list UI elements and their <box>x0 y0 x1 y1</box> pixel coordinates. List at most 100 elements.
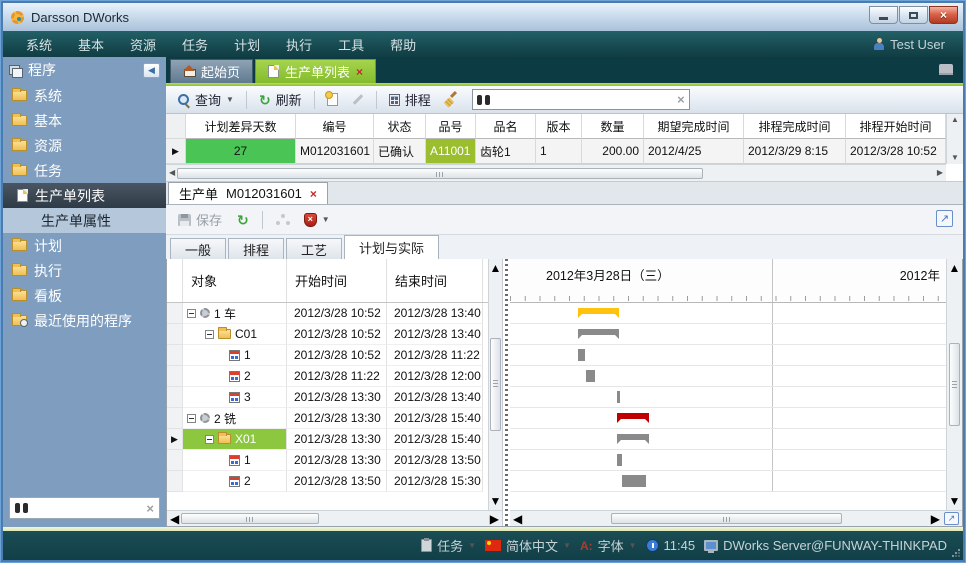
column-header-编号[interactable]: 编号 <box>296 114 374 139</box>
clean-button[interactable] <box>441 91 462 108</box>
expander-icon[interactable] <box>205 435 214 444</box>
chevron-down-icon[interactable]: ▼ <box>226 95 234 104</box>
menu-item-系统[interactable]: 系统 <box>13 35 65 54</box>
grid-cell-编号[interactable]: M012031601 <box>296 139 374 164</box>
gantt-vertical-scrollbar[interactable]: ▲ ▼ <box>946 259 962 510</box>
grid-cell-期望完成时间[interactable]: 2012/4/25 <box>644 139 744 164</box>
scroll-down-icon[interactable]: ▼ <box>949 494 961 508</box>
status-language[interactable]: 简体中文 ▼ <box>485 536 571 555</box>
tree-row-X01[interactable]: ▶X012012/3/28 13:302012/3/28 15:40 <box>167 429 488 450</box>
tree-column-header-开始时间[interactable]: 开始时间 <box>287 259 387 302</box>
grid-vertical-scrollbar[interactable]: ▲ ▼ <box>946 114 963 164</box>
tab-close-icon[interactable]: × <box>356 66 363 78</box>
gantt-row-2[interactable] <box>510 366 946 387</box>
gantt-bar-task[interactable] <box>622 475 647 487</box>
menu-item-工具[interactable]: 工具 <box>325 35 377 54</box>
tree-horizontal-scrollbar[interactable]: ◀ ▶ <box>167 510 502 526</box>
menu-item-帮助[interactable]: 帮助 <box>377 35 429 54</box>
column-header-数量[interactable]: 数量 <box>582 114 644 139</box>
expander-icon[interactable] <box>187 309 196 318</box>
column-header-版本[interactable]: 版本 <box>536 114 582 139</box>
scroll-left-icon[interactable]: ◀ <box>170 512 179 526</box>
tree-row-1[interactable]: 12012/3/28 10:522012/3/28 11:22 <box>167 345 488 366</box>
gantt-row-1 车[interactable] <box>510 303 946 324</box>
gantt-row-3[interactable] <box>510 387 946 408</box>
menu-item-资源[interactable]: 资源 <box>117 35 169 54</box>
chevron-down-icon[interactable]: ▼ <box>322 215 330 224</box>
sidebar-item-执行[interactable]: 执行 <box>3 258 166 283</box>
gantt-bar-task[interactable] <box>578 349 585 361</box>
close-icon[interactable]: × <box>310 188 317 200</box>
minimize-button[interactable] <box>869 6 898 24</box>
gantt-row-2 铣[interactable] <box>510 408 946 429</box>
gantt-bar-task[interactable] <box>617 391 620 403</box>
menu-item-计划[interactable]: 计划 <box>221 35 273 54</box>
column-header-期望完成时间[interactable]: 期望完成时间 <box>644 114 744 139</box>
sidebar-item-计划[interactable]: 计划 <box>3 233 166 258</box>
status-font[interactable]: A: 字体 ▼ <box>580 536 637 555</box>
tree-object-cell[interactable]: 1 <box>183 345 287 366</box>
grid-horizontal-scrollbar[interactable]: ◀ ▶ <box>166 164 946 181</box>
subtab-一般[interactable]: 一般 <box>170 238 226 259</box>
column-header-品号[interactable]: 品号 <box>426 114 476 139</box>
column-header-排程开始时间[interactable]: 排程开始时间 <box>846 114 946 139</box>
scroll-down-icon[interactable]: ▼ <box>951 154 959 162</box>
menu-item-执行[interactable]: 执行 <box>273 35 325 54</box>
tree-column-header-对象[interactable]: 对象 <box>183 259 287 302</box>
sidebar-item-基本[interactable]: 基本 <box>3 108 166 133</box>
grid-cell-品名[interactable]: 齿轮1 <box>476 139 536 164</box>
tree-object-cell[interactable]: 2 <box>183 366 287 387</box>
tree-object-cell[interactable]: 1 <box>183 450 287 471</box>
menu-item-基本[interactable]: 基本 <box>65 35 117 54</box>
scroll-up-icon[interactable]: ▲ <box>951 116 959 124</box>
menu-item-任务[interactable]: 任务 <box>169 35 221 54</box>
sidebar-item-任务[interactable]: 任务 <box>3 158 166 183</box>
tree-row-3[interactable]: 32012/3/28 13:302012/3/28 13:40 <box>167 387 488 408</box>
edit-button[interactable] <box>348 96 368 103</box>
gantt-row-1[interactable] <box>510 450 946 471</box>
open-in-window-icon[interactable]: ↗ <box>936 210 953 227</box>
filter-search-box[interactable]: × <box>472 89 690 110</box>
grid-cell-版本[interactable]: 1 <box>536 139 582 164</box>
subtab-计划与实际[interactable]: 计划与实际 <box>344 235 439 259</box>
gantt-bar-summary[interactable] <box>617 413 649 419</box>
gantt-popout-icon[interactable]: ↗ <box>944 512 959 525</box>
gantt-bar-summary[interactable] <box>617 434 649 440</box>
sidebar-search-clear-icon[interactable]: × <box>146 502 154 515</box>
column-header-排程完成时间[interactable]: 排程完成时间 <box>744 114 846 139</box>
sidebar-item-系统[interactable]: 系统 <box>3 83 166 108</box>
column-header-状态[interactable]: 状态 <box>374 114 426 139</box>
subtab-排程[interactable]: 排程 <box>228 238 284 259</box>
gantt-row-2[interactable] <box>510 471 946 492</box>
close-button[interactable]: × <box>929 6 958 24</box>
sidebar-item-最近使用的程序[interactable]: 最近使用的程序 <box>3 308 166 333</box>
sidebar-search-box[interactable]: × <box>9 497 160 519</box>
tree-row-1 车[interactable]: 1 车2012/3/28 10:522012/3/28 13:40 <box>167 303 488 324</box>
tree-vertical-scrollbar[interactable]: ▲ ▼ <box>488 259 502 510</box>
tree-column-header-结束时间[interactable]: 结束时间 <box>387 259 483 302</box>
filter-clear-icon[interactable]: × <box>677 93 685 106</box>
tree-row-C01[interactable]: C012012/3/28 10:522012/3/28 13:40 <box>167 324 488 345</box>
expander-icon[interactable] <box>187 414 196 423</box>
scroll-up-icon[interactable]: ▲ <box>490 261 502 275</box>
tab-起始页[interactable]: 起始页 <box>170 59 253 83</box>
grid-cell-排程完成时间[interactable]: 2012/3/29 8:15 <box>744 139 846 164</box>
sidebar-item-生产单属性[interactable]: 生产单属性 <box>3 208 166 233</box>
tree-row-2 铣[interactable]: 2 铣2012/3/28 13:302012/3/28 15:40 <box>167 408 488 429</box>
scroll-right-icon[interactable]: ▶ <box>931 512 940 526</box>
grid-cell-计划差异天数[interactable]: 27 <box>186 139 296 164</box>
scroll-up-icon[interactable]: ▲ <box>949 261 961 275</box>
gantt-bar-summary[interactable] <box>578 308 619 314</box>
order-document-tab[interactable]: 生产单 M012031601 × <box>168 182 328 204</box>
tree-row-2[interactable]: 22012/3/28 11:222012/3/28 12:00 <box>167 366 488 387</box>
column-header-计划差异天数[interactable]: 计划差异天数 <box>186 114 296 139</box>
scroll-left-icon[interactable]: ◀ <box>169 169 175 177</box>
tree-object-cell[interactable]: X01 <box>183 429 287 450</box>
subtab-工艺[interactable]: 工艺 <box>286 238 342 259</box>
scroll-right-icon[interactable]: ▶ <box>937 169 943 177</box>
chevron-down-icon[interactable]: ▼ <box>629 541 637 550</box>
detail-refresh-button[interactable]: ↻ <box>233 211 253 229</box>
schedule-button[interactable]: 排程 <box>385 88 435 111</box>
scroll-down-icon[interactable]: ▼ <box>490 494 502 508</box>
pin-icon[interactable] <box>939 64 953 73</box>
